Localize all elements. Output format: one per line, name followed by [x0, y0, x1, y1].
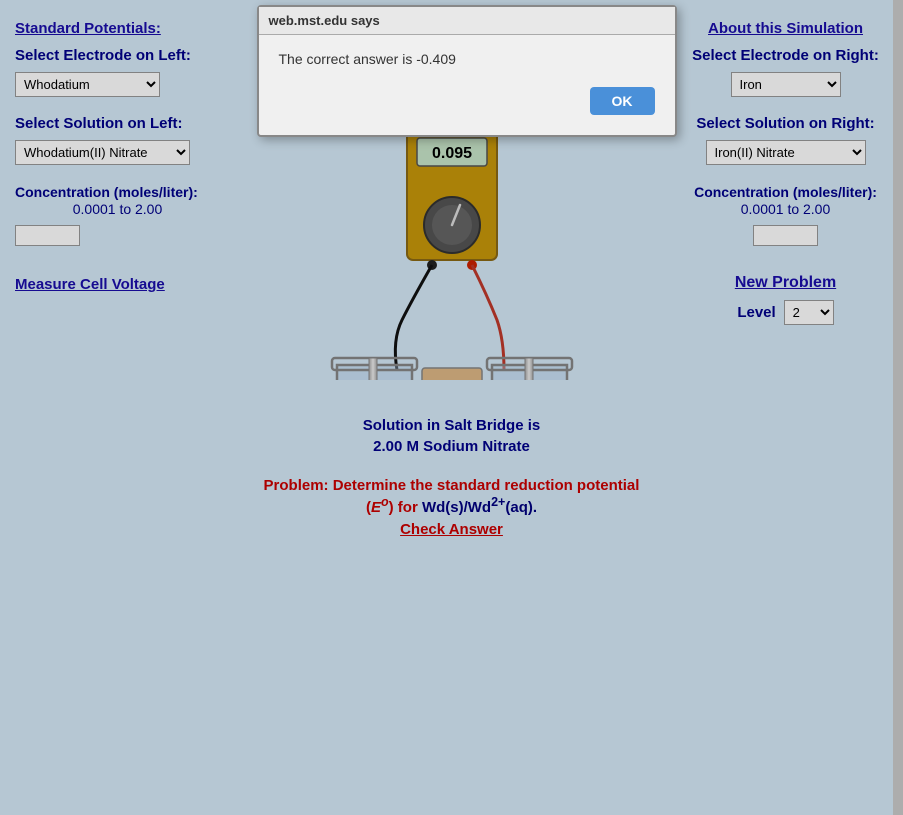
- modal-overlay: web.mst.edu says The correct answer is -…: [0, 0, 903, 815]
- modal-footer: OK: [259, 87, 675, 115]
- modal-ok-button[interactable]: OK: [590, 87, 655, 115]
- modal-title: web.mst.edu says: [259, 7, 675, 35]
- modal-message: The correct answer is -0.409: [259, 35, 675, 77]
- modal-dialog: web.mst.edu says The correct answer is -…: [257, 5, 677, 137]
